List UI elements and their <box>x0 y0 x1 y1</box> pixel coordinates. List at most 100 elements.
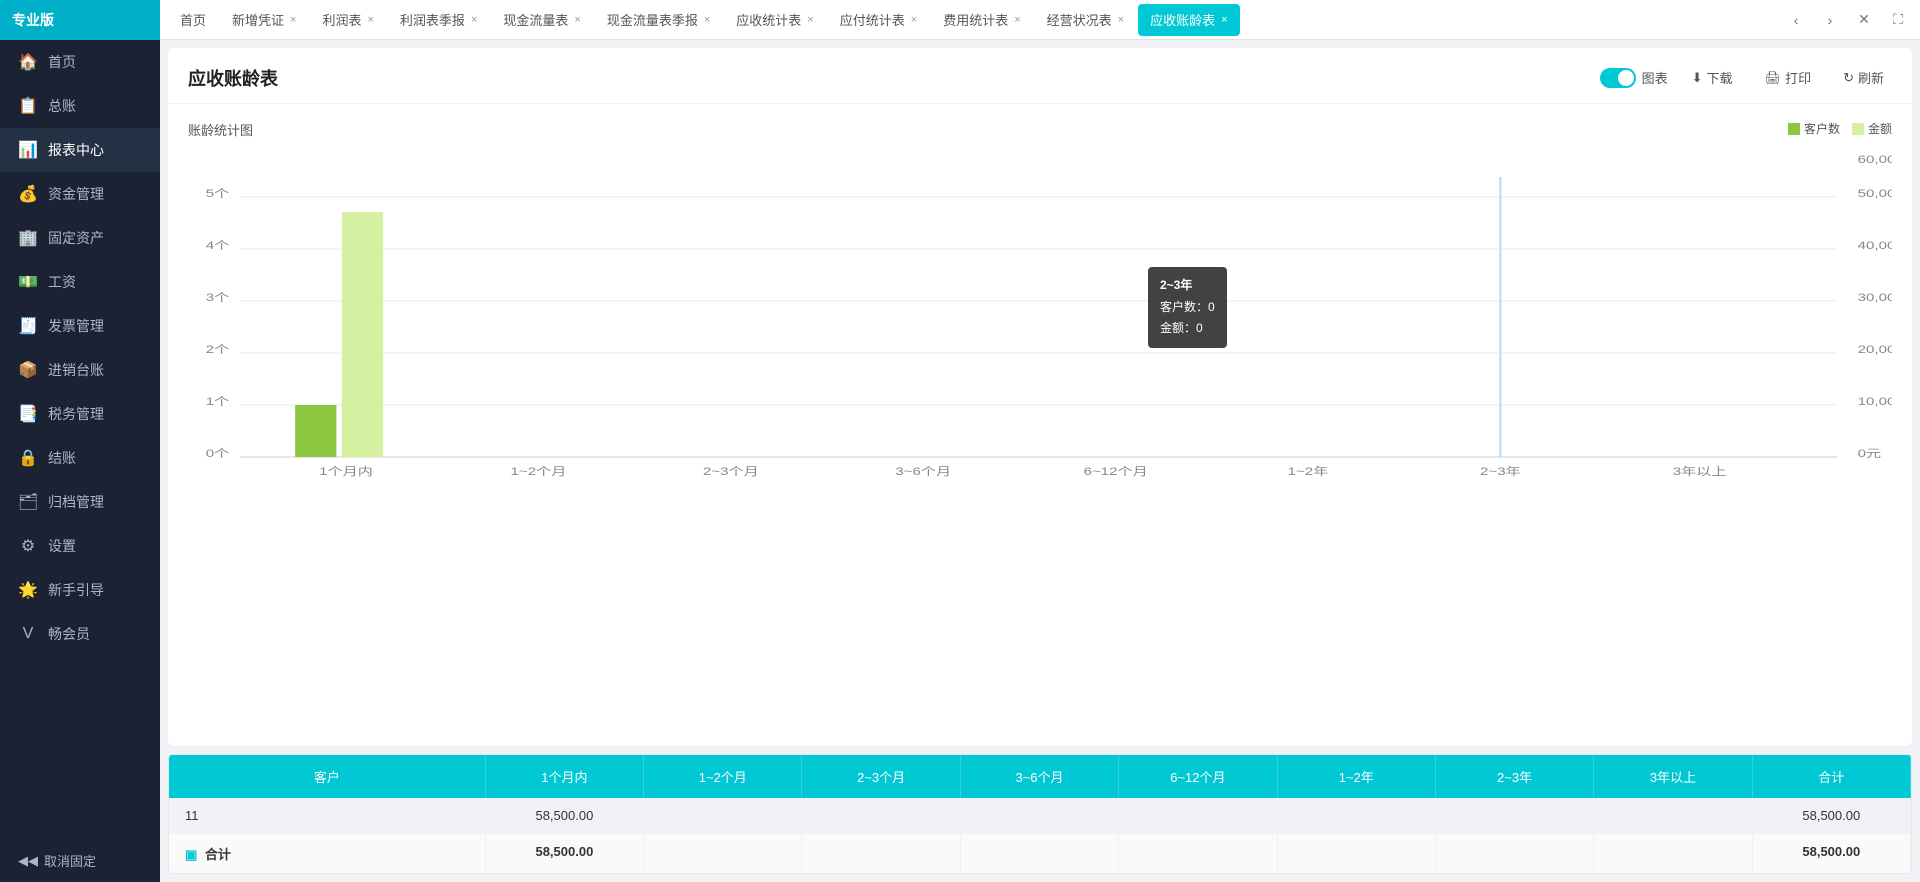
sidebar-item-archive[interactable]: 🗂 归档管理 <box>0 480 160 524</box>
tab-ar-age-label: 应收账龄表 <box>1150 10 1215 29</box>
sidebar-item-salary[interactable]: 💵 工资 <box>0 260 160 304</box>
chart-section: 账龄统计图 客户数 金额 0个 1个 2个 3个 <box>168 104 1912 746</box>
cell-total-m612 <box>1119 834 1277 873</box>
svg-text:50,000.00元: 50,000.00元 <box>1858 187 1892 199</box>
sidebar-item-tax[interactable]: 📑 税务管理 <box>0 392 160 436</box>
sidebar-item-label: 工资 <box>48 272 76 292</box>
report-icon: 📊 <box>18 140 38 160</box>
sidebar-item-guide[interactable]: 🌟 新手引导 <box>0 568 160 612</box>
download-icon: ⬇ <box>1692 70 1703 86</box>
sidebar-item-ledger[interactable]: 📋 总账 <box>0 84 160 128</box>
th-y23: 2~3年 <box>1436 755 1594 798</box>
th-y3plus: 3年以上 <box>1594 755 1752 798</box>
svg-text:3年以上: 3年以上 <box>1673 465 1727 477</box>
sidebar-item-label: 总账 <box>48 96 76 116</box>
svg-text:0个: 0个 <box>206 447 229 459</box>
tab-operation-label: 经营状况表 <box>1047 10 1112 29</box>
tab-bar: 首页 新增凭证 × 利润表 × 利润表季报 × 现金流量表 × 现金流量表季报 … <box>160 0 1920 40</box>
sidebar-item-stock[interactable]: 📦 进销台账 <box>0 348 160 392</box>
sidebar-item-capital[interactable]: 💰 资金管理 <box>0 172 160 216</box>
sidebar-pin-toggle[interactable]: ◀◀ 取消固定 <box>0 839 160 882</box>
sidebar-item-invoice[interactable]: 🧾 发票管理 <box>0 304 160 348</box>
main-area: 首页 新增凭证 × 利润表 × 利润表季报 × 现金流量表 × 现金流量表季报 … <box>160 0 1920 882</box>
cell-m1: 58,500.00 <box>486 798 644 833</box>
tab-expense[interactable]: 费用统计表 × <box>931 4 1032 36</box>
sidebar-item-settings[interactable]: ⚙ 设置 <box>0 524 160 568</box>
chart-title: 账龄统计图 <box>188 120 1892 139</box>
tab-cashflow-label: 现金流量表 <box>503 10 568 29</box>
header-actions: 图表 ⬇ 下载 🖨 打印 ↻ 刷新 <box>1600 64 1892 91</box>
refresh-button[interactable]: ↻ 刷新 <box>1835 64 1892 91</box>
invoice-icon: 🧾 <box>18 316 38 336</box>
chart-legend: 客户数 金额 <box>1788 120 1892 137</box>
tab-ar-stat-label: 应收统计表 <box>736 10 801 29</box>
tab-ar-age[interactable]: 应收账龄表 × <box>1138 4 1239 36</box>
legend-amount: 金额 <box>1852 120 1892 137</box>
tab-next-button[interactable]: › <box>1816 6 1844 34</box>
pin-icon: ◀◀ <box>18 853 38 869</box>
home-icon: 🏠 <box>18 52 38 72</box>
th-m612: 6~12个月 <box>1119 755 1277 798</box>
close-account-icon: 🔒 <box>18 448 38 468</box>
page-title: 应收账龄表 <box>188 65 278 91</box>
tab-profit-q-label: 利润表季报 <box>400 10 465 29</box>
sidebar-logo: 专业版 <box>0 0 160 40</box>
download-button[interactable]: ⬇ 下载 <box>1684 64 1741 91</box>
svg-text:6~12个月: 6~12个月 <box>1083 465 1147 477</box>
close-icon[interactable]: × <box>1221 14 1227 26</box>
sidebar-item-close[interactable]: 🔒 结账 <box>0 436 160 480</box>
close-icon[interactable]: × <box>290 14 296 26</box>
svg-text:30,000.00元: 30,000.00元 <box>1858 291 1892 303</box>
cell-y3plus <box>1594 798 1752 833</box>
svg-text:2~3年: 2~3年 <box>1480 465 1521 477</box>
capital-icon: 💰 <box>18 184 38 204</box>
cell-total-m12 <box>644 834 802 873</box>
bar-customer-m1[interactable] <box>295 405 336 457</box>
close-icon[interactable]: × <box>911 14 917 26</box>
tab-close-all-button[interactable]: ✕ <box>1850 6 1878 34</box>
tab-ar-stat[interactable]: 应收统计表 × <box>724 4 825 36</box>
sidebar-item-asset[interactable]: 🏢 固定资产 <box>0 216 160 260</box>
sidebar-item-home[interactable]: 🏠 首页 <box>0 40 160 84</box>
tab-operation[interactable]: 经营状况表 × <box>1035 4 1136 36</box>
tab-profit-q[interactable]: 利润表季报 × <box>388 4 489 36</box>
cell-total-y12 <box>1278 834 1436 873</box>
svg-text:3个: 3个 <box>206 291 229 303</box>
total-icon: ▣ <box>185 847 197 862</box>
svg-text:3~6个月: 3~6个月 <box>895 465 951 477</box>
legend-customer-label: 客户数 <box>1804 120 1840 137</box>
close-icon[interactable]: × <box>807 14 813 26</box>
download-label: 下载 <box>1707 68 1733 87</box>
sidebar-item-label: 首页 <box>48 52 76 72</box>
gear-icon: ⚙ <box>18 536 38 556</box>
sidebar-item-label: 畅会员 <box>48 624 90 644</box>
sidebar-item-vip[interactable]: V 畅会员 <box>0 612 160 656</box>
close-icon[interactable]: × <box>1118 14 1124 26</box>
tab-ap-stat[interactable]: 应付统计表 × <box>828 4 929 36</box>
cell-total-sum: 58,500.00 <box>1753 834 1911 873</box>
close-icon[interactable]: × <box>367 14 373 26</box>
svg-text:60,000.00元: 60,000.00元 <box>1858 153 1892 165</box>
tab-prev-button[interactable]: ‹ <box>1782 6 1810 34</box>
print-button[interactable]: 🖨 打印 <box>1757 64 1820 91</box>
tab-fullscreen-button[interactable]: ⛶ <box>1884 6 1912 34</box>
close-icon[interactable]: × <box>574 14 580 26</box>
sidebar: 专业版 🏠 首页 📋 总账 📊 报表中心 💰 资金管理 🏢 固定资产 💵 工资 … <box>0 0 160 882</box>
close-icon[interactable]: × <box>1014 14 1020 26</box>
tab-cashflow-q[interactable]: 现金流量表季报 × <box>595 4 722 36</box>
close-icon[interactable]: × <box>471 14 477 26</box>
toggle-track[interactable] <box>1600 68 1636 88</box>
tab-voucher[interactable]: 新增凭证 × <box>220 4 308 36</box>
tab-profit[interactable]: 利润表 × <box>310 4 385 36</box>
th-m1: 1个月内 <box>486 755 644 798</box>
cell-total-y3plus <box>1594 834 1752 873</box>
sidebar-item-report[interactable]: 📊 报表中心 <box>0 128 160 172</box>
tab-home[interactable]: 首页 <box>168 4 218 36</box>
ledger-icon: 📋 <box>18 96 38 116</box>
close-icon[interactable]: × <box>704 14 710 26</box>
asset-icon: 🏢 <box>18 228 38 248</box>
svg-text:2个: 2个 <box>206 343 229 355</box>
chart-toggle[interactable]: 图表 <box>1600 68 1668 88</box>
tab-cashflow[interactable]: 现金流量表 × <box>491 4 592 36</box>
bar-amount-m1[interactable] <box>342 212 383 457</box>
